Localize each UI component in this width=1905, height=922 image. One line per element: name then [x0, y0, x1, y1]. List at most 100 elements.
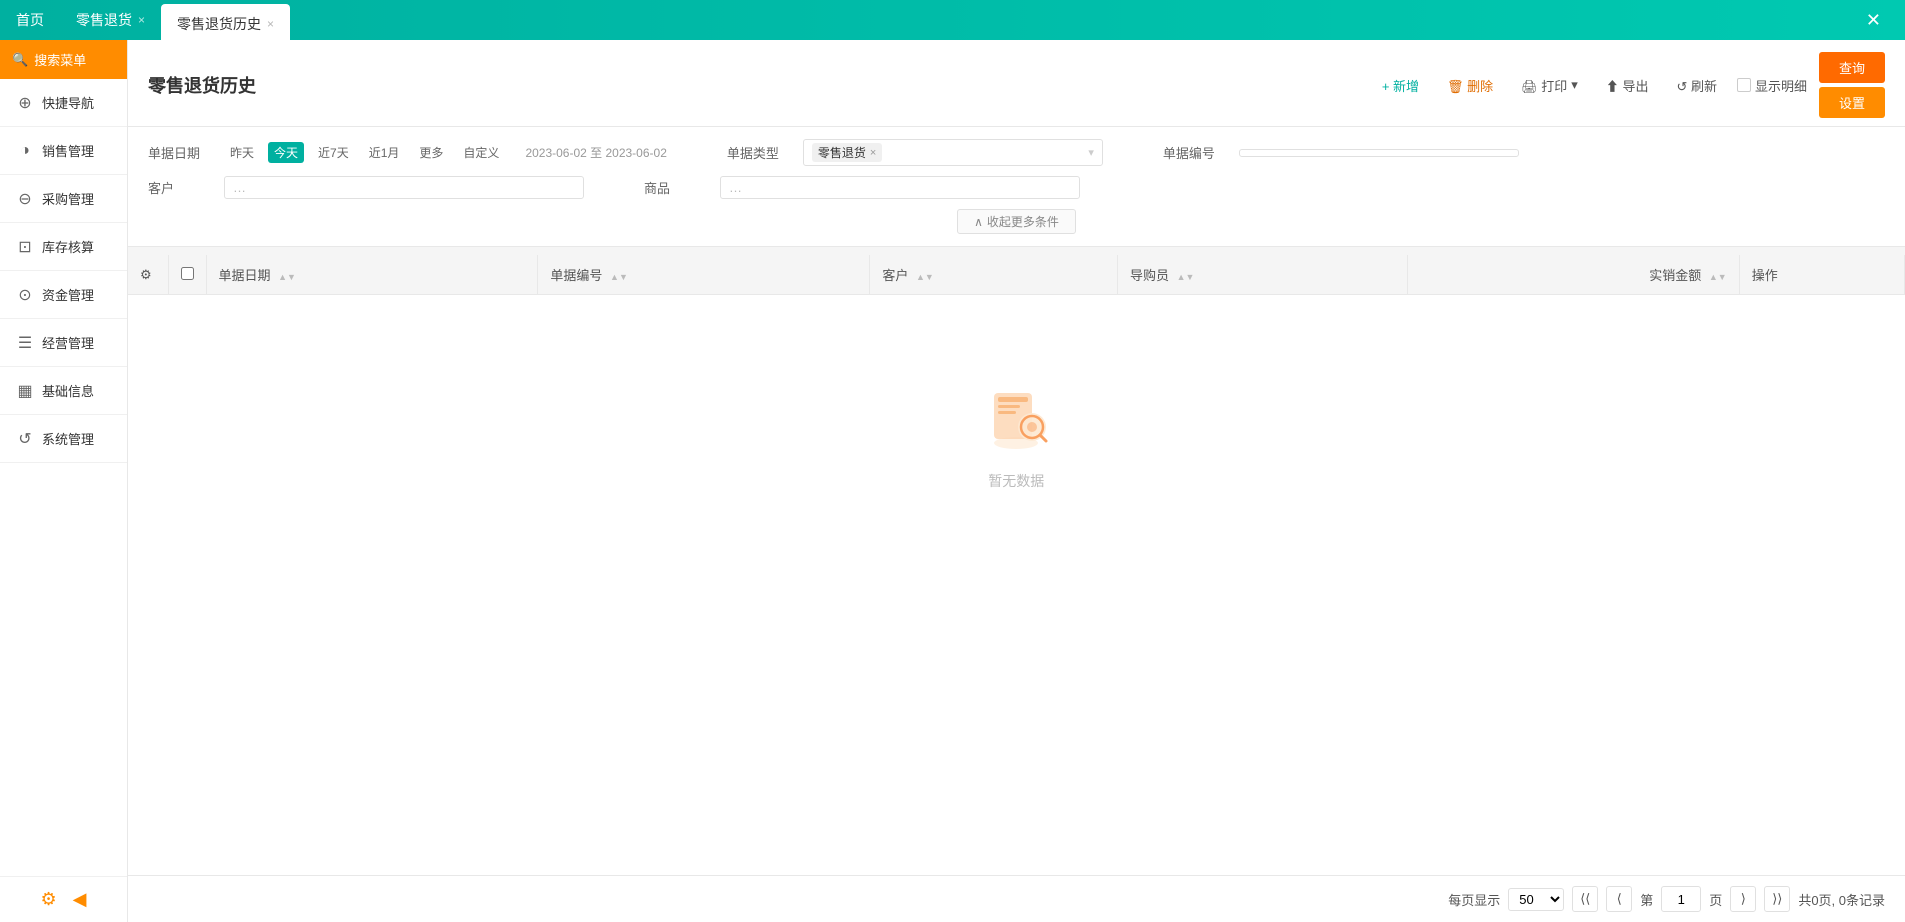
type-tag: 零售退货 ×	[812, 143, 882, 162]
show-detail-label: 显示明细	[1755, 76, 1807, 95]
delete-button[interactable]: 🗑 删除	[1439, 72, 1501, 99]
window-close-button[interactable]: ✕	[1858, 6, 1889, 35]
date-btn-more[interactable]: 更多	[413, 142, 449, 163]
sidebar: 🔍 搜索菜单 ⊕ 快捷导航 ◑ 销售管理 ⊖ 采购管理 ⊡ 库存核算 ⊙ 资金管…	[0, 40, 128, 922]
sidebar-item-inventory[interactable]: ⊡ 库存核算	[0, 223, 127, 271]
page-unit-label: 页	[1709, 890, 1722, 909]
next-page-button[interactable]: ⟩	[1730, 886, 1756, 912]
page-title: 零售退货历史	[148, 72, 256, 98]
sidebar-item-quick-nav-label: 快捷导航	[42, 93, 94, 112]
sidebar-item-operations-label: 经营管理	[42, 333, 94, 352]
type-tag-text: 零售退货	[818, 144, 866, 161]
sidebar-item-system[interactable]: ↺ 系统管理	[0, 415, 127, 463]
sidebar-item-sales[interactable]: ◑ 销售管理	[0, 127, 127, 175]
refresh-button[interactable]: ↺ 刷新	[1668, 72, 1725, 99]
date-btn-7days[interactable]: 近7天	[312, 142, 355, 163]
th-guide[interactable]: 导购员 ▲▼	[1118, 255, 1408, 295]
th-amount-label: 实销金额	[1649, 268, 1701, 283]
customer-placeholder: …	[233, 180, 246, 195]
prev-page-button[interactable]: ⟨	[1606, 886, 1632, 912]
query-button[interactable]: 查询	[1819, 52, 1885, 83]
query-button-label: 查询	[1839, 61, 1865, 76]
th-settings[interactable]: ⚙	[128, 255, 168, 295]
search-menu-label: 搜索菜单	[34, 50, 86, 69]
goods-filter-input[interactable]: …	[720, 176, 1080, 199]
collapse-icon: ∧	[974, 215, 983, 229]
settings-gear-icon[interactable]: ⚙	[41, 889, 57, 910]
sidebar-item-basic-info[interactable]: ▦ 基础信息	[0, 367, 127, 415]
number-filter-input[interactable]	[1239, 149, 1519, 157]
print-button[interactable]: 🖨 打印 ▾	[1513, 72, 1586, 99]
export-button[interactable]: ⬆ 导出	[1598, 72, 1657, 99]
type-tag-close-icon[interactable]: ×	[870, 147, 876, 159]
tab-bar: 首页 零售退货 × 零售退货历史 ×	[0, 0, 1858, 40]
date-btn-1month[interactable]: 近1月	[363, 142, 406, 163]
sidebar-item-finance[interactable]: ⊙ 资金管理	[0, 271, 127, 319]
collapse-button[interactable]: ∧ 收起更多条件	[957, 209, 1076, 234]
date-btn-yesterday[interactable]: 昨天	[224, 142, 260, 163]
quick-nav-icon: ⊕	[16, 94, 34, 112]
page-label: 第	[1640, 890, 1653, 909]
show-detail-checkbox[interactable]	[1737, 78, 1751, 92]
guide-sort-icon: ▲▼	[1177, 272, 1195, 282]
date-btn-today[interactable]: 今天	[268, 142, 304, 163]
search-menu-button[interactable]: 🔍 搜索菜单	[0, 40, 127, 79]
settings-button-label: 设置	[1839, 96, 1865, 111]
table-container: ⚙ 单据日期 ▲▼ 单据编号 ▲▼	[128, 255, 1905, 875]
customer-filter-input[interactable]: …	[224, 176, 584, 199]
th-action-label: 操作	[1752, 268, 1778, 283]
first-page-button[interactable]: ⟨⟨	[1572, 886, 1598, 912]
page-size-select[interactable]: 10 20 50 100	[1508, 888, 1564, 911]
table-settings-icon[interactable]: ⚙	[140, 267, 152, 282]
filter-row-customer: 客户 … 商品 …	[148, 176, 1885, 199]
th-date[interactable]: 单据日期 ▲▼	[206, 255, 538, 295]
show-detail-area: 显示明细	[1737, 76, 1807, 95]
th-checkbox[interactable]	[168, 255, 206, 295]
date-filter-label: 单据日期	[148, 143, 204, 162]
system-icon: ↺	[16, 430, 34, 448]
table-empty-row: 暂无数据	[128, 295, 1905, 532]
amount-sort-icon: ▲▼	[1709, 272, 1727, 282]
type-filter-label: 单据类型	[727, 143, 783, 162]
tab-retail-return[interactable]: 零售退货 ×	[60, 0, 161, 40]
last-page-button[interactable]: ⟩⟩	[1764, 886, 1790, 912]
date-btn-custom[interactable]: 自定义	[457, 142, 505, 163]
sidebar-bottom: ⚙ ◀	[0, 876, 127, 922]
sidebar-item-quick-nav[interactable]: ⊕ 快捷导航	[0, 79, 127, 127]
tab-retail-return-history[interactable]: 零售退货历史 ×	[161, 4, 290, 44]
collapse-sidebar-icon[interactable]: ◀	[73, 889, 87, 910]
top-bar-right: ✕	[1858, 6, 1905, 35]
number-filter-label: 单据编号	[1163, 143, 1219, 162]
print-button-label: 🖨 打印	[1521, 76, 1567, 95]
tab-retail-return-history-close[interactable]: ×	[267, 17, 274, 31]
date-range-display: 2023-06-02 至 2023-06-02	[525, 144, 666, 161]
th-number[interactable]: 单据编号 ▲▼	[538, 255, 870, 295]
sidebar-item-purchase-label: 采购管理	[42, 189, 94, 208]
number-sort-icon: ▲▼	[610, 272, 628, 282]
select-all-checkbox[interactable]	[181, 267, 194, 280]
tab-home[interactable]: 首页	[0, 0, 60, 40]
tab-retail-return-close[interactable]: ×	[138, 13, 145, 27]
top-bar: 首页 零售退货 × 零售退货历史 × ✕	[0, 0, 1905, 40]
empty-state-text: 暂无数据	[988, 471, 1044, 491]
customer-filter-label: 客户	[148, 178, 204, 197]
customer-sort-icon: ▲▼	[916, 272, 934, 282]
page-number-input[interactable]	[1661, 886, 1701, 912]
empty-state-icon	[976, 375, 1056, 455]
print-dropdown-arrow: ▾	[1571, 77, 1578, 93]
main-layout: 🔍 搜索菜单 ⊕ 快捷导航 ◑ 销售管理 ⊖ 采购管理 ⊡ 库存核算 ⊙ 资金管…	[0, 40, 1905, 922]
table-empty-cell: 暂无数据	[128, 295, 1905, 532]
sidebar-item-operations[interactable]: ☰ 经营管理	[0, 319, 127, 367]
settings-button[interactable]: 设置	[1819, 87, 1885, 118]
export-button-label: ⬆ 导出	[1606, 76, 1649, 95]
th-customer[interactable]: 客户 ▲▼	[870, 255, 1118, 295]
filter-row-date: 单据日期 昨天 今天 近7天 近1月 更多 自定义 2023-06-02 至 2…	[148, 139, 1885, 166]
tab-retail-return-history-label: 零售退货历史	[177, 14, 261, 34]
th-amount[interactable]: 实销金额 ▲▼	[1407, 255, 1739, 295]
tab-home-label: 首页	[16, 10, 44, 30]
new-button[interactable]: + 新增	[1374, 72, 1427, 99]
type-filter-select[interactable]: 零售退货 × ▾	[803, 139, 1103, 166]
collapse-row: ∧ 收起更多条件	[148, 209, 1885, 234]
finance-icon: ⊙	[16, 286, 34, 304]
sidebar-item-purchase[interactable]: ⊖ 采购管理	[0, 175, 127, 223]
